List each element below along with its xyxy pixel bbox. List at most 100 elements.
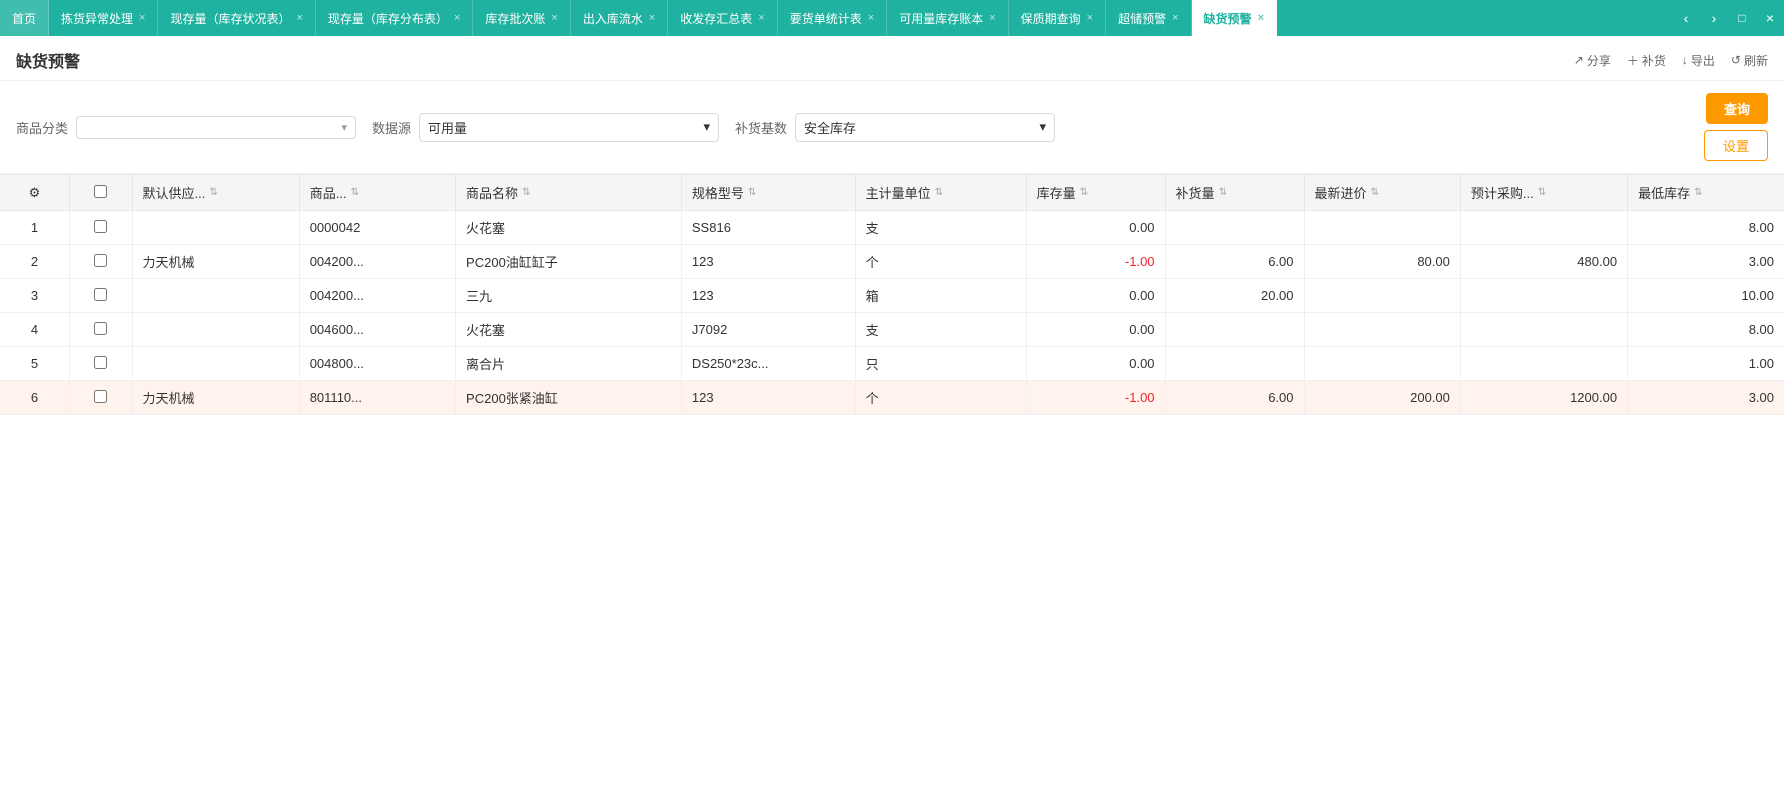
th-stock[interactable]: 库存量 ⇅	[1026, 175, 1165, 211]
cell-checkbox-0[interactable]	[69, 211, 132, 245]
th-purchase[interactable]: 预计采购... ⇅	[1460, 175, 1627, 211]
replenish-base-value: 安全库存	[804, 118, 856, 137]
cell-checkbox-1[interactable]	[69, 245, 132, 279]
th-price[interactable]: 最新进价 ⇅	[1304, 175, 1460, 211]
page-header: 缺货预警 ↗ 分享 ＋ 补货 ↓ 导出 ↺ 刷新	[0, 36, 1784, 81]
cell-stock-4: 0.00	[1026, 347, 1165, 381]
query-button[interactable]: 查询	[1706, 93, 1768, 124]
cell-name-2: 三九	[456, 279, 682, 313]
th-name[interactable]: 商品名称 ⇅	[456, 175, 682, 211]
tab-nav-expand[interactable]: □	[1728, 0, 1756, 36]
th-checkbox[interactable]	[69, 175, 132, 211]
tab-overstock[interactable]: 超储预警×	[1106, 0, 1191, 36]
th-supplier[interactable]: 默认供应... ⇅	[132, 175, 299, 211]
datasource-select[interactable]: 可用量 ▾	[419, 113, 719, 142]
tab-close-demand[interactable]: ×	[868, 12, 874, 24]
code-sort-icon: ⇅	[351, 187, 359, 198]
row-checkbox-1[interactable]	[94, 254, 107, 267]
purchase-sort-icon: ⇅	[1538, 187, 1546, 198]
th-unit[interactable]: 主计量单位 ⇅	[855, 175, 1026, 211]
share-button[interactable]: ↗ 分享	[1574, 52, 1611, 69]
cell-code-4: 004800...	[299, 347, 455, 381]
replenish-button[interactable]: ＋ 补货	[1627, 52, 1666, 69]
tab-abnormal[interactable]: 拣货异常处理×	[49, 0, 158, 36]
cell-name-5: PC200张紧油缸	[456, 381, 682, 415]
th-replenish[interactable]: 补货量 ⇅	[1165, 175, 1304, 211]
cell-index-0: 1	[0, 211, 69, 245]
th-spec[interactable]: 规格型号 ⇅	[681, 175, 855, 211]
tab-close-overstock[interactable]: ×	[1172, 12, 1178, 24]
cell-stock-0: 0.00	[1026, 211, 1165, 245]
tab-close-abnormal[interactable]: ×	[139, 12, 145, 24]
th-gear[interactable]: ⚙	[0, 175, 69, 211]
cell-code-5: 801110...	[299, 381, 455, 415]
replenish-base-select[interactable]: 安全库存 ▾	[795, 113, 1055, 142]
replenish-base-filter-group: 补货基数 安全库存 ▾	[735, 113, 1055, 142]
cell-minstock-0: 8.00	[1628, 211, 1784, 245]
tab-shortage[interactable]: 缺货预警×	[1192, 0, 1277, 36]
cell-checkbox-4[interactable]	[69, 347, 132, 381]
cell-spec-5: 123	[681, 381, 855, 415]
th-code[interactable]: 商品... ⇅	[299, 175, 455, 211]
cell-checkbox-3[interactable]	[69, 313, 132, 347]
row-checkbox-3[interactable]	[94, 322, 107, 335]
tab-stock-dist[interactable]: 现存量（库存分布表）×	[316, 0, 473, 36]
cell-code-2: 004200...	[299, 279, 455, 313]
table-row: 2力天机械004200...PC200油缸缸子123个-1.006.0080.0…	[0, 245, 1784, 279]
name-sort-icon: ⇅	[522, 187, 530, 198]
select-all-checkbox[interactable]	[94, 185, 107, 198]
filter-right-buttons: 查询 设置	[1704, 93, 1768, 161]
tab-available[interactable]: 可用量库存账本×	[887, 0, 1008, 36]
gear-icon: ⚙	[29, 185, 41, 200]
tab-close-stock-status[interactable]: ×	[296, 12, 302, 24]
cell-price-3	[1304, 313, 1460, 347]
tab-batch[interactable]: 库存批次账×	[473, 0, 570, 36]
cell-index-4: 5	[0, 347, 69, 381]
tab-close-available[interactable]: ×	[989, 12, 995, 24]
tab-expiry[interactable]: 保质期查询×	[1009, 0, 1106, 36]
tab-stock-status[interactable]: 现存量（库存状况表）×	[158, 0, 315, 36]
tab-close-receive[interactable]: ×	[758, 12, 764, 24]
cell-index-2: 3	[0, 279, 69, 313]
cell-unit-3: 支	[855, 313, 1026, 347]
cell-supplier-2	[132, 279, 299, 313]
export-button[interactable]: ↓ 导出	[1682, 52, 1715, 69]
tab-close-batch[interactable]: ×	[551, 12, 557, 24]
tab-inout[interactable]: 出入库流水×	[571, 0, 668, 36]
tab-demand[interactable]: 要货单统计表×	[778, 0, 887, 36]
th-minstock[interactable]: 最低库存 ⇅	[1628, 175, 1784, 211]
cell-supplier-4	[132, 347, 299, 381]
settings-button[interactable]: 设置	[1704, 130, 1768, 161]
replenish-sort-icon: ⇅	[1219, 187, 1227, 198]
refresh-button[interactable]: ↺ 刷新	[1731, 52, 1768, 69]
category-select[interactable]: ▾	[76, 116, 356, 139]
tab-nav-close[interactable]: ×	[1756, 0, 1784, 36]
tab-nav-prev[interactable]: ‹	[1672, 0, 1700, 36]
cell-checkbox-2[interactable]	[69, 279, 132, 313]
category-label: 商品分类	[16, 118, 68, 137]
cell-minstock-2: 10.00	[1628, 279, 1784, 313]
tab-nav-next[interactable]: ›	[1700, 0, 1728, 36]
cell-supplier-1: 力天机械	[132, 245, 299, 279]
row-checkbox-0[interactable]	[94, 220, 107, 233]
cell-name-3: 火花塞	[456, 313, 682, 347]
datasource-filter-group: 数据源 可用量 ▾	[372, 113, 719, 142]
tab-close-inout[interactable]: ×	[649, 12, 655, 24]
row-checkbox-5[interactable]	[94, 390, 107, 403]
row-checkbox-4[interactable]	[94, 356, 107, 369]
cell-spec-1: 123	[681, 245, 855, 279]
supplier-sort-icon: ⇅	[209, 187, 217, 198]
tab-home[interactable]: 首页	[0, 0, 49, 36]
row-checkbox-2[interactable]	[94, 288, 107, 301]
cell-unit-5: 个	[855, 381, 1026, 415]
tab-receive[interactable]: 收发存汇总表×	[668, 0, 777, 36]
replenish-icon: ＋	[1627, 52, 1639, 69]
cell-unit-0: 支	[855, 211, 1026, 245]
spec-sort-icon: ⇅	[748, 187, 756, 198]
cell-est-purchase-0	[1460, 211, 1627, 245]
tab-close-stock-dist[interactable]: ×	[454, 12, 460, 24]
cell-checkbox-5[interactable]	[69, 381, 132, 415]
tab-close-expiry[interactable]: ×	[1087, 12, 1093, 24]
cell-replenish-4	[1165, 347, 1304, 381]
tab-close-shortage[interactable]: ×	[1258, 12, 1264, 24]
